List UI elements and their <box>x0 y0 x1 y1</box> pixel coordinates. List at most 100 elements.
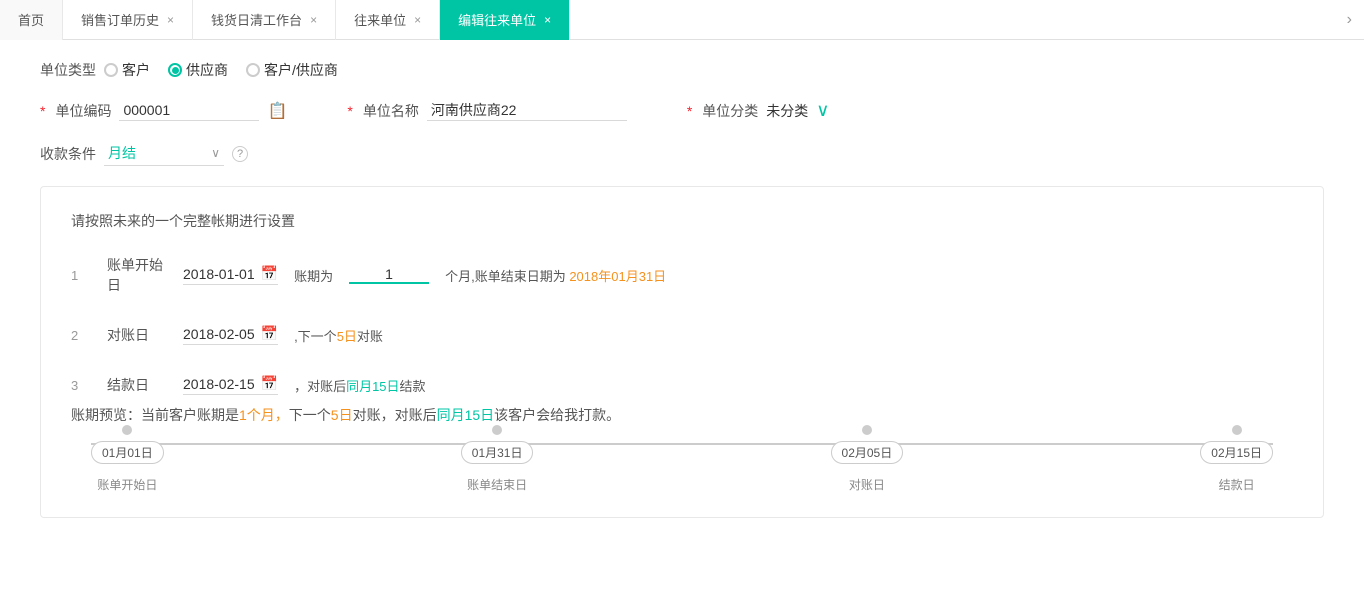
unit-class-star: * <box>687 103 692 119</box>
timeline-dot-1 <box>492 425 502 435</box>
date-cal-icon-2[interactable]: 📅 <box>261 325 278 342</box>
row-desc-3-suffix: 结款 <box>400 379 426 394</box>
tab-sales-history-close[interactable]: × <box>167 13 174 27</box>
timeline-node-2: 02月05日 对账日 <box>831 425 904 493</box>
preview-day: 5日 <box>331 407 353 423</box>
timeline-node-3: 02月15日 结款日 <box>1200 425 1273 493</box>
row-desc-2: ,下一个5日对账 <box>294 326 383 345</box>
tab-partner-close[interactable]: × <box>414 13 421 27</box>
unit-name-field: * 单位名称 <box>347 100 626 121</box>
payment-dropdown[interactable]: 月结 ∨ <box>104 141 224 166</box>
preview-period: 1个月， <box>239 407 289 423</box>
radio-customer-label: 客户 <box>122 60 150 80</box>
tab-sales-history-label: 销售订单历史 <box>81 10 159 29</box>
unit-info-row: * 单位编码 📋 * 单位名称 * 单位分类 未分类 ∨ <box>40 100 1324 121</box>
unit-class-value: 未分类 <box>766 101 808 121</box>
timeline-badge-1: 01月31日 <box>461 441 534 464</box>
radio-both-label: 客户/供应商 <box>264 60 338 80</box>
tab-home[interactable]: 首页 <box>0 0 63 40</box>
payment-value: 月结 <box>108 143 207 163</box>
row-desc-2-prefix: ,下一个 <box>294 329 337 344</box>
date-field-1: 2018-01-01 📅 <box>183 265 278 285</box>
radio-group-unit-type: 客户 供应商 客户/供应商 <box>104 60 338 80</box>
timeline-label-0: 账单开始日 <box>97 476 157 493</box>
tab-partner-label: 往来单位 <box>354 10 406 29</box>
timeline-nodes: 01月01日 账单开始日 01月31日 账单结束日 02月05日 对账日 02月… <box>91 425 1273 493</box>
date-field-2: 2018-02-05 📅 <box>183 325 278 345</box>
tab-edit-partner-label: 编辑往来单位 <box>458 10 536 29</box>
unit-type-label: 单位类型 <box>40 60 96 80</box>
row-type-3: 结款日 <box>107 375 167 395</box>
timeline-dot-2 <box>862 425 872 435</box>
payment-dropdown-arrow-icon: ∨ <box>211 146 220 160</box>
timeline-label-2: 对账日 <box>849 476 885 493</box>
card-title: 请按照未来的一个完整帐期进行设置 <box>71 211 1293 231</box>
unit-name-label: 单位名称 <box>363 101 419 121</box>
tab-cash-work-close[interactable]: × <box>310 13 317 27</box>
period-unit: 个月,账单结束日期为 2018年01月31日 <box>445 266 666 285</box>
preview-pay: 同月15日 <box>437 407 495 423</box>
row-desc-3-highlight: 同月15日 <box>346 379 399 394</box>
tab-cash-work[interactable]: 钱货日清工作台 × <box>193 0 336 40</box>
tab-cash-work-label: 钱货日清工作台 <box>211 10 302 29</box>
unit-code-label: 单位编码 <box>55 101 111 121</box>
row-type-2: 对账日 <box>107 325 167 345</box>
tab-edit-partner[interactable]: 编辑往来单位 × <box>440 0 570 40</box>
period-label: 账期为 <box>294 266 333 285</box>
timeline-badge-0: 01月01日 <box>91 441 164 464</box>
payment-label: 收款条件 <box>40 144 96 164</box>
preview-mid: 下一个 <box>289 407 331 423</box>
tabs-bar: 首页 销售订单历史 × 钱货日清工作台 × 往来单位 × 编辑往来单位 × › <box>0 0 1364 40</box>
radio-customer-circle <box>104 63 118 77</box>
timeline-label-1: 账单结束日 <box>467 476 527 493</box>
timeline-dot-0 <box>122 425 132 435</box>
radio-customer[interactable]: 客户 <box>104 60 150 80</box>
preview-end: 该客户会给我打款。 <box>494 407 620 423</box>
unit-name-input[interactable] <box>427 100 627 121</box>
radio-supplier[interactable]: 供应商 <box>168 60 228 80</box>
radio-both[interactable]: 客户/供应商 <box>246 60 338 80</box>
unit-type-field: 单位类型 客户 供应商 客户/供应商 <box>40 60 338 80</box>
unit-code-star: * <box>40 103 45 119</box>
date-value-3: 2018-02-15 <box>183 376 255 392</box>
row-desc-2-suffix: 对账 <box>357 329 383 344</box>
setting-row-2: 2 对账日 2018-02-05 📅 ,下一个5日对账 <box>71 325 1293 345</box>
timeline-node-1: 01月31日 账单结束日 <box>461 425 534 493</box>
radio-both-circle <box>246 63 260 77</box>
date-cal-icon-1[interactable]: 📅 <box>261 265 278 282</box>
tabs-arrow[interactable]: › <box>1335 11 1364 29</box>
tab-sales-history[interactable]: 销售订单历史 × <box>63 0 193 40</box>
payment-help-icon[interactable]: ? <box>232 146 248 162</box>
date-value-2: 2018-02-05 <box>183 326 255 342</box>
row-desc-3-prefix: ，对账后 <box>294 379 346 394</box>
payment-row: 收款条件 月结 ∨ ? <box>40 141 1324 166</box>
unit-class-label: 单位分类 <box>702 101 758 121</box>
unit-code-calendar-icon[interactable]: 📋 <box>267 101 287 121</box>
row-num-2: 2 <box>71 328 91 343</box>
unit-class-dropdown[interactable]: 未分类 ∨ <box>766 100 829 121</box>
date-cal-icon-3[interactable]: 📅 <box>261 375 278 392</box>
row-desc-3: ，对账后同月15日结款 <box>294 376 426 395</box>
period-input[interactable] <box>349 266 429 284</box>
preview-after: 对账，对账后 <box>353 407 437 423</box>
unit-class-field: * 单位分类 未分类 ∨ <box>687 100 830 121</box>
period-end-date: 2018年01月31日 <box>569 269 666 284</box>
radio-supplier-label: 供应商 <box>186 60 228 80</box>
row-num-1: 1 <box>71 268 91 283</box>
unit-code-input[interactable] <box>119 100 259 121</box>
preview-prefix: 账期预览：当前客户账期是 <box>71 407 239 423</box>
date-value-1: 2018-01-01 <box>183 266 255 282</box>
settings-card: 请按照未来的一个完整帐期进行设置 1 账单开始日 2018-01-01 📅 账期… <box>40 186 1324 518</box>
timeline-wrapper: 01月01日 账单开始日 01月31日 账单结束日 02月05日 对账日 02月… <box>71 425 1293 493</box>
timeline-badge-2: 02月05日 <box>831 441 904 464</box>
content-area: 单位类型 客户 供应商 客户/供应商 * 单位编码 <box>0 40 1364 608</box>
row-desc-2-highlight: 5日 <box>337 329 357 344</box>
timeline-node-0: 01月01日 账单开始日 <box>91 425 164 493</box>
radio-supplier-circle <box>168 63 182 77</box>
payment-field: 收款条件 月结 ∨ ? <box>40 141 248 166</box>
row-num-3: 3 <box>71 378 91 393</box>
row-type-1: 账单开始日 <box>107 255 167 295</box>
tab-edit-partner-close[interactable]: × <box>544 13 551 27</box>
tab-partner[interactable]: 往来单位 × <box>336 0 440 40</box>
tab-home-label: 首页 <box>18 10 44 29</box>
